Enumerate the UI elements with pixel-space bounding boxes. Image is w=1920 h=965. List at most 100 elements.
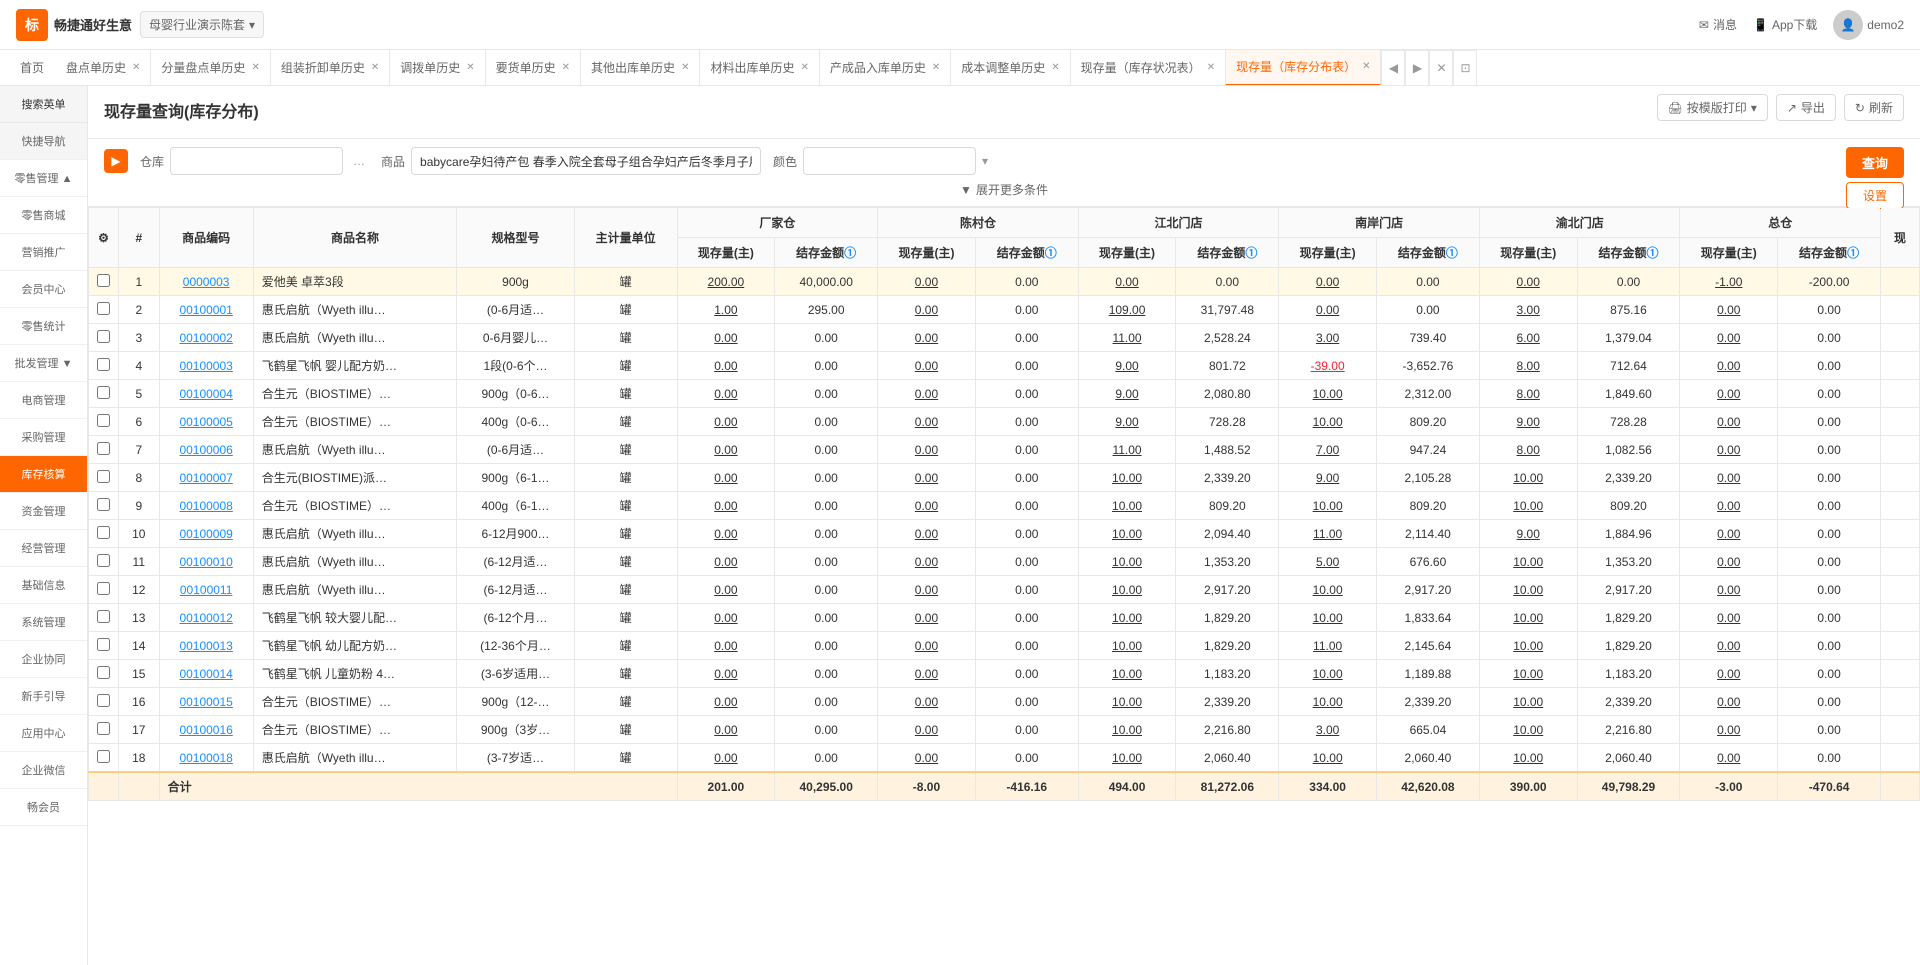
col-check[interactable] [89,436,119,464]
row-checkbox[interactable] [97,470,110,483]
row-checkbox[interactable] [97,666,110,679]
row-nanan-qty[interactable]: 3.00 [1279,716,1377,744]
row-jiangbei-qty[interactable]: 9.00 [1078,352,1176,380]
row-jiangbei-qty[interactable]: 10.00 [1078,632,1176,660]
row-code[interactable]: 00100014 [159,660,253,688]
row-checkbox[interactable] [97,750,110,763]
row-jiangbei-qty[interactable]: 10.00 [1078,492,1176,520]
col-settings-header[interactable]: ⚙ [89,208,119,268]
row-yuanbei-qty[interactable]: 10.00 [1479,464,1577,492]
close-icon[interactable]: ✕ [1362,61,1370,72]
row-code[interactable]: 00100001 [159,296,253,324]
col-check[interactable] [89,548,119,576]
sidebar-item-collab[interactable]: 企业协同 [0,641,87,678]
close-icon[interactable]: ✕ [371,62,379,73]
tab-kucun-dist[interactable]: 现存量（库存分布表）✕ [1226,50,1381,86]
col-check[interactable] [89,324,119,352]
row-jiangbei-qty[interactable]: 10.00 [1078,688,1176,716]
tab-close-btn[interactable]: ✕ [1429,50,1453,86]
row-factory-qty[interactable]: 0.00 [677,520,775,548]
row-jiangbei-qty[interactable]: 0.00 [1078,268,1176,296]
row-checkbox[interactable] [97,638,110,651]
tab-chengben[interactable]: 成本调整单历史 ✕ [951,50,1070,86]
col-check[interactable] [89,268,119,296]
sidebar-item-system[interactable]: 系统管理 [0,604,87,641]
filter-collapse-btn[interactable]: ▶ [104,149,128,173]
row-chengjiao-qty[interactable]: 0.00 [878,604,976,632]
row-chengjiao-qty[interactable]: 0.00 [878,436,976,464]
tab-pandian[interactable]: 盘点单历史 ✕ [56,50,151,86]
row-checkbox[interactable] [97,582,110,595]
close-icon[interactable]: ✕ [1207,62,1215,73]
row-yuanbei-qty[interactable]: 10.00 [1479,716,1577,744]
row-chengjiao-qty[interactable]: 0.00 [878,352,976,380]
row-total-qty[interactable]: 0.00 [1680,352,1778,380]
row-checkbox[interactable] [97,330,110,343]
tab-cailiao[interactable]: 材料出库单历史 ✕ [700,50,819,86]
col-check[interactable] [89,520,119,548]
user-menu[interactable]: 👤 demo2 [1833,10,1904,40]
sidebar-item-ecommerce[interactable]: 电商管理 [0,382,87,419]
row-nanan-qty[interactable]: 10.00 [1279,380,1377,408]
row-checkbox[interactable] [97,442,110,455]
row-code[interactable]: 00100002 [159,324,253,352]
row-factory-qty[interactable]: 0.00 [677,548,775,576]
tab-diaobo[interactable]: 调拨单历史 ✕ [390,50,485,86]
sidebar-item-purchase[interactable]: 采购管理 [0,419,87,456]
tab-home[interactable]: 首页 [8,50,56,86]
sidebar-item-operation[interactable]: 经营管理 [0,530,87,567]
print-button[interactable]: 🖨 按模版打印 ▾ [1657,94,1768,121]
row-total-qty[interactable]: 0.00 [1680,380,1778,408]
row-code[interactable]: 00100010 [159,548,253,576]
color-chevron[interactable]: ▾ [982,154,988,168]
row-factory-qty[interactable]: 0.00 [677,408,775,436]
row-total-qty[interactable]: 0.00 [1680,520,1778,548]
row-checkbox[interactable] [97,694,110,707]
row-jiangbei-qty[interactable]: 11.00 [1078,436,1176,464]
msg-button[interactable]: ✉ 消息 [1699,16,1737,33]
row-checkbox[interactable] [97,386,110,399]
sidebar-item-member[interactable]: 会员中心 [0,271,87,308]
row-chengjiao-qty[interactable]: 0.00 [878,548,976,576]
row-total-qty[interactable]: 0.00 [1680,408,1778,436]
row-factory-qty[interactable]: 0.00 [677,576,775,604]
row-factory-qty[interactable]: 0.00 [677,380,775,408]
refresh-button[interactable]: ↻ 刷新 [1844,94,1904,121]
sidebar-item-wechat[interactable]: 企业微信 [0,752,87,789]
row-factory-qty[interactable]: 0.00 [677,744,775,773]
col-check[interactable] [89,632,119,660]
row-nanan-qty[interactable]: 10.00 [1279,744,1377,773]
row-yuanbei-qty[interactable]: 10.00 [1479,604,1577,632]
row-jiangbei-qty[interactable]: 10.00 [1078,716,1176,744]
sidebar-item-retail-mgmt[interactable]: 零售管理 ▲ [0,160,87,197]
row-checkbox[interactable] [97,722,110,735]
row-yuanbei-qty[interactable]: 10.00 [1479,688,1577,716]
col-check[interactable] [89,716,119,744]
row-jiangbei-qty[interactable]: 11.00 [1078,324,1176,352]
row-jiangbei-qty[interactable]: 10.00 [1078,520,1176,548]
row-factory-qty[interactable]: 0.00 [677,492,775,520]
row-yuanbei-qty[interactable]: 8.00 [1479,352,1577,380]
col-check[interactable] [89,492,119,520]
row-total-qty[interactable]: 0.00 [1680,324,1778,352]
row-chengjiao-qty[interactable]: 0.00 [878,632,976,660]
row-total-qty[interactable]: 0.00 [1680,436,1778,464]
row-factory-qty[interactable]: 0.00 [677,464,775,492]
row-chengjiao-qty[interactable]: 0.00 [878,576,976,604]
row-code[interactable]: 0000003 [159,268,253,296]
row-chengjiao-qty[interactable]: 0.00 [878,660,976,688]
close-icon[interactable]: ✕ [251,62,259,73]
close-icon[interactable]: ✕ [562,62,570,73]
row-chengjiao-qty[interactable]: 0.00 [878,408,976,436]
col-check[interactable] [89,688,119,716]
row-total-qty[interactable]: 0.00 [1680,744,1778,773]
row-checkbox[interactable] [97,554,110,567]
row-factory-qty[interactable]: 200.00 [677,268,775,296]
tab-fenliang[interactable]: 分量盘点单历史 ✕ [151,50,270,86]
col-check[interactable] [89,296,119,324]
sidebar-item-search[interactable]: 搜索英单 [0,86,87,123]
row-total-qty[interactable]: 0.00 [1680,604,1778,632]
row-total-qty[interactable]: 0.00 [1680,296,1778,324]
row-nanan-qty[interactable]: 10.00 [1279,576,1377,604]
close-icon[interactable]: ✕ [132,62,140,73]
